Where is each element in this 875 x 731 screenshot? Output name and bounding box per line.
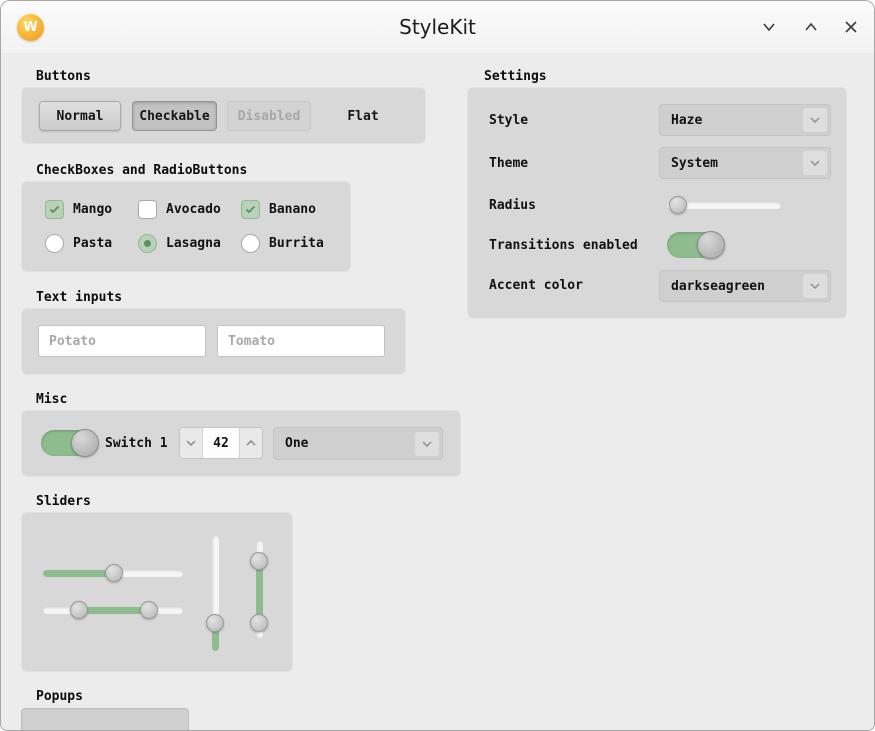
one-combobox[interactable]: One [273, 427, 443, 460]
combobox-arrow-button[interactable] [803, 151, 827, 175]
app-window: W StyleKit Buttons Normal Checkable Disa… [0, 0, 875, 731]
slider-fill [79, 607, 149, 614]
combobox-arrow-button[interactable] [415, 431, 439, 456]
switch-1-label: Switch 1 [105, 436, 168, 451]
radius-label: Radius [489, 198, 536, 213]
radio-label: Pasta [73, 236, 113, 251]
checkable-button[interactable]: Checkable [132, 101, 217, 131]
checkbox-indicator [241, 200, 260, 219]
checkbox-indicator [45, 200, 64, 219]
checks-section-label: CheckBoxes and RadioButtons [36, 163, 248, 178]
chevron-down-icon [186, 440, 196, 446]
checkbox-label: Banano [269, 202, 316, 217]
minimize-button[interactable] [757, 15, 781, 39]
checkbox-banano[interactable]: Banano [241, 200, 316, 219]
transitions-label: Transitions enabled [489, 238, 638, 253]
slider-handle[interactable] [669, 196, 687, 214]
tomato-input[interactable] [217, 325, 385, 357]
disabled-button: Disabled [227, 101, 311, 131]
combobox-value: Haze [671, 112, 703, 128]
buttons-section-label: Buttons [36, 69, 91, 84]
horizontal-slider-1[interactable] [43, 564, 183, 582]
maximize-button[interactable] [799, 15, 823, 39]
spin-value[interactable]: 42 [203, 428, 239, 458]
horizontal-range-slider[interactable] [43, 601, 183, 619]
checkbox-indicator [138, 200, 157, 219]
checkbox-avocado[interactable]: Avocado [138, 200, 221, 219]
text-inputs-section-label: Text inputs [36, 290, 123, 305]
close-button[interactable] [839, 15, 863, 39]
check-icon [49, 205, 60, 214]
radio-burrita[interactable]: Burrita [241, 234, 324, 253]
radio-indicator [138, 234, 157, 253]
sliders-section-label: Sliders [36, 494, 91, 509]
normal-button[interactable]: Normal [39, 101, 121, 131]
radius-slider[interactable] [667, 196, 781, 214]
slider-handle-low[interactable] [70, 601, 88, 619]
chevron-down-icon [763, 23, 775, 32]
slider-handle[interactable] [105, 564, 123, 582]
close-icon [845, 21, 857, 33]
spin-up-button[interactable] [239, 428, 262, 458]
spin-down-button[interactable] [180, 428, 203, 458]
combobox-value: darkseagreen [671, 278, 765, 294]
switch-knob [71, 429, 99, 457]
theme-combobox[interactable]: System [659, 147, 831, 179]
switch-knob [697, 231, 725, 259]
accent-color-label: Accent color [489, 278, 583, 293]
transitions-toggle[interactable] [667, 231, 725, 259]
popups-section-label: Popups [36, 689, 83, 704]
sliders-panel [21, 512, 293, 672]
radio-lasagna[interactable]: Lasagna [138, 234, 221, 253]
radio-indicator [45, 234, 64, 253]
settings-section-label: Settings [484, 69, 547, 84]
chevron-down-icon [810, 160, 820, 166]
titlebar: W StyleKit [1, 1, 874, 53]
combobox-arrow-button[interactable] [803, 108, 827, 132]
chevron-up-icon [246, 440, 256, 446]
style-label: Style [489, 113, 529, 128]
accent-color-combobox[interactable]: darkseagreen [659, 270, 831, 302]
popups-widget-partial[interactable] [21, 708, 189, 730]
window-title: StyleKit [399, 15, 476, 39]
slider-fill [43, 570, 114, 577]
slider-handle-low[interactable] [250, 614, 268, 632]
vertical-range-slider[interactable] [250, 541, 268, 638]
spinbox: 42 [179, 427, 263, 459]
combobox-arrow-button[interactable] [803, 274, 827, 298]
radio-label: Burrita [269, 236, 324, 251]
slider-handle[interactable] [206, 614, 224, 632]
potato-input[interactable] [38, 325, 206, 357]
chevron-down-icon [810, 117, 820, 123]
combobox-value: System [671, 155, 718, 171]
theme-label: Theme [489, 156, 529, 171]
checkbox-label: Mango [73, 202, 113, 217]
chevron-up-icon [805, 22, 817, 31]
slider-handle-high[interactable] [140, 601, 158, 619]
flat-button[interactable]: Flat [333, 101, 393, 131]
switch-1-toggle[interactable] [41, 429, 99, 457]
style-combobox[interactable]: Haze [659, 104, 831, 136]
check-icon [245, 205, 256, 214]
checkbox-label: Avocado [166, 202, 221, 217]
chevron-down-icon [810, 283, 820, 289]
combobox-value: One [285, 436, 309, 451]
vertical-slider-1[interactable] [206, 536, 224, 651]
checkbox-mango[interactable]: Mango [45, 200, 112, 219]
checks-panel [21, 181, 351, 272]
radio-label: Lasagna [166, 236, 221, 251]
radio-indicator [241, 234, 260, 253]
chevron-down-icon [422, 440, 432, 447]
slider-handle-high[interactable] [250, 552, 268, 570]
misc-section-label: Misc [36, 392, 68, 407]
radio-pasta[interactable]: Pasta [45, 234, 112, 253]
